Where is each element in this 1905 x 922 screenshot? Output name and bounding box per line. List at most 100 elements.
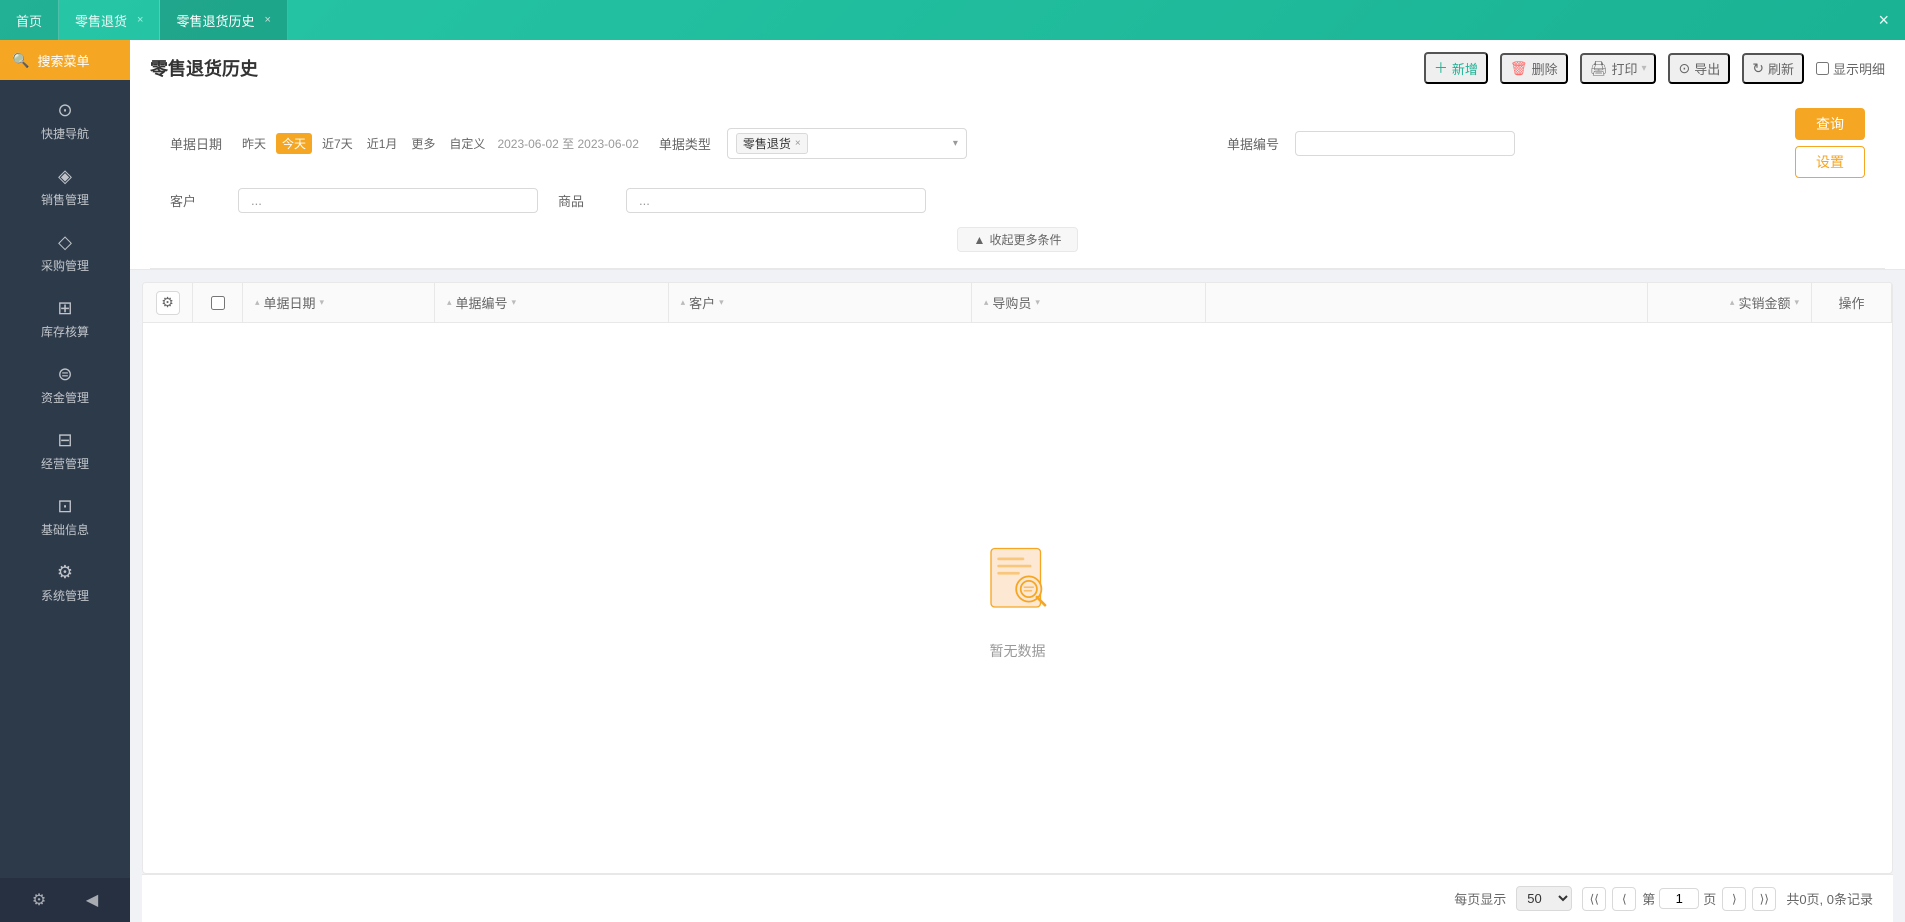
sort-desc-icon: ▾ xyxy=(320,297,325,308)
page-number-input[interactable] xyxy=(1659,888,1699,909)
page-title: 零售退货历史 xyxy=(150,55,258,81)
docno-input[interactable] xyxy=(1295,131,1515,156)
select-all-checkbox[interactable] xyxy=(211,296,225,310)
table-settings-button[interactable]: ⚙ xyxy=(156,291,180,315)
tab-home[interactable]: 首页 xyxy=(0,0,59,40)
filter-doctype-item: 单据类型 零售退货 × ▾ xyxy=(659,128,1207,159)
filter-docno-item: 单据编号 xyxy=(1227,131,1775,156)
th-date[interactable]: ▴ 单据日期 ▾ xyxy=(243,283,435,322)
prev-page-button[interactable]: ⟨ xyxy=(1612,887,1636,911)
collapse-button[interactable]: ▲ 收起更多条件 xyxy=(957,227,1079,252)
tab-retail-return-history[interactable]: 零售退货历史 × xyxy=(160,0,287,40)
sort-cust-asc-icon: ▴ xyxy=(681,297,686,308)
sidebar-item-base-info[interactable]: ⊡ 基础信息 xyxy=(0,484,130,550)
sidebar-search-label: 搜索菜单 xyxy=(37,51,89,70)
date-btn-more[interactable]: 更多 xyxy=(407,133,439,154)
sidebar-item-operation-label: 经营管理 xyxy=(41,455,89,472)
date-btn-yesterday[interactable]: 昨天 xyxy=(238,133,270,154)
sidebar-item-inventory[interactable]: ⊞ 库存核算 xyxy=(0,286,130,352)
collapse-button-label: 收起更多条件 xyxy=(989,231,1061,248)
th-op: 操作 xyxy=(1812,283,1892,322)
doctype-tag: 零售退货 × xyxy=(736,133,808,154)
new-button-label: 新增 xyxy=(1452,59,1478,78)
customer-input[interactable]: ... xyxy=(238,188,538,213)
empty-illustration xyxy=(973,535,1063,625)
sort-no-asc-icon: ▴ xyxy=(447,297,452,308)
th-amount[interactable]: ▴ 实销金额 ▾ xyxy=(1648,283,1812,322)
sales-icon: ◈ xyxy=(58,166,72,187)
sidebar-item-purchase-mgmt[interactable]: ◇ 采购管理 xyxy=(0,220,130,286)
goods-input[interactable]: ... xyxy=(626,188,926,213)
th-no[interactable]: ▴ 单据编号 ▾ xyxy=(435,283,669,322)
refresh-icon: ↻ xyxy=(1752,60,1764,77)
sidebar-item-purchase-label: 采购管理 xyxy=(41,257,89,274)
top-bar: 首页 零售退货 × 零售退货历史 × × xyxy=(0,0,1905,40)
query-button[interactable]: 查询 xyxy=(1795,108,1865,140)
sys-icon: ⚙ xyxy=(57,562,73,583)
docno-filter-label: 单据编号 xyxy=(1227,134,1287,153)
doctype-select[interactable]: 零售退货 × ▾ xyxy=(727,128,967,159)
data-table: ⚙ ▴ 单据日期 ▾ ▴ 单据编号 ▾ ▴ 客户 ▾ xyxy=(142,282,1893,874)
sidebar-item-inventory-label: 库存核算 xyxy=(41,323,89,340)
export-button[interactable]: ⊙ 导出 xyxy=(1668,53,1730,84)
tab-retail-return-label: 零售退货 xyxy=(75,11,127,30)
collapse-up-icon: ▲ xyxy=(974,233,986,247)
sidebar-item-quick-nav[interactable]: ⊙ 快捷导航 xyxy=(0,88,130,154)
sidebar-item-sales-mgmt[interactable]: ◈ 销售管理 xyxy=(0,154,130,220)
show-detail-checkbox-label: 显示明细 xyxy=(1816,59,1885,78)
th-op-label: 操作 xyxy=(1838,293,1864,312)
sidebar-item-operation[interactable]: ⊟ 经营管理 xyxy=(0,418,130,484)
doctype-tag-close[interactable]: × xyxy=(795,138,801,149)
doctype-select-arrow: ▾ xyxy=(953,138,958,149)
date-btn-custom[interactable]: 自定义 xyxy=(445,133,489,154)
delete-button[interactable]: 🗑 删除 xyxy=(1500,53,1568,84)
sidebar-item-sys-mgmt[interactable]: ⚙ 系统管理 xyxy=(0,550,130,616)
filter-customer-item: 客户 ... xyxy=(170,188,538,213)
th-customer[interactable]: ▴ 客户 ▾ xyxy=(669,283,972,322)
sidebar-item-quick-nav-label: 快捷导航 xyxy=(41,125,89,142)
tab-list: 首页 零售退货 × 零售退货历史 × xyxy=(0,0,1862,40)
window-close-button[interactable]: × xyxy=(1862,10,1905,31)
next-page-button[interactable]: ⟩ xyxy=(1722,887,1746,911)
doctype-filter-label: 单据类型 xyxy=(659,134,719,153)
date-btn-1month[interactable]: 近1月 xyxy=(363,133,402,154)
date-btn-7days[interactable]: 近7天 xyxy=(318,133,357,154)
page-nav: ⟨⟨ ⟨ 第 页 ⟩ ⟩⟩ xyxy=(1582,887,1776,911)
tab-retail-return-close[interactable]: × xyxy=(137,14,143,26)
new-button[interactable]: ＋ 新增 xyxy=(1424,52,1488,84)
table-header: ⚙ ▴ 单据日期 ▾ ▴ 单据编号 ▾ ▴ 客户 ▾ xyxy=(143,283,1892,323)
page-label: 第 xyxy=(1642,889,1655,908)
set-button[interactable]: 设置 xyxy=(1795,146,1865,178)
print-button[interactable]: 🖨 打印 ▾ xyxy=(1580,53,1657,84)
print-button-label: 打印 xyxy=(1611,59,1637,78)
sidebar-search[interactable]: 🔍 搜索菜单 xyxy=(0,40,130,80)
sidebar-item-base-label: 基础信息 xyxy=(41,521,89,538)
sort-cust-desc-icon: ▾ xyxy=(719,297,724,308)
filter-goods-item: 商品 ... xyxy=(558,188,926,213)
th-guide[interactable]: ▴ 导购员 ▾ xyxy=(972,283,1206,322)
collapse-sidebar-icon[interactable]: ◀ xyxy=(86,890,98,910)
th-checkbox xyxy=(193,283,243,322)
sidebar-item-finance[interactable]: ⊜ 资金管理 xyxy=(0,352,130,418)
sort-amount-asc-icon: ▴ xyxy=(1730,297,1735,308)
show-detail-checkbox[interactable] xyxy=(1816,62,1829,75)
page-total: 共0页, 0条记录 xyxy=(1786,889,1873,908)
print-arrow-icon: ▾ xyxy=(1641,63,1646,74)
filter-row-2: 客户 ... 商品 ... xyxy=(170,188,1865,213)
settings-bottom-icon[interactable]: ⚙ xyxy=(32,890,46,910)
tab-home-label: 首页 xyxy=(16,11,42,30)
page-size-select[interactable]: 50 100 200 xyxy=(1516,886,1572,911)
sort-asc-icon: ▴ xyxy=(255,297,260,308)
finance-icon: ⊜ xyxy=(57,364,72,385)
th-spacer xyxy=(1206,283,1648,322)
goods-filter-label: 商品 xyxy=(558,191,618,210)
page-input-wrap: 第 页 xyxy=(1642,888,1716,909)
date-btn-today[interactable]: 今天 xyxy=(276,133,312,154)
refresh-button[interactable]: ↻ 刷新 xyxy=(1742,53,1804,84)
sort-no-desc-icon: ▾ xyxy=(511,297,516,308)
tab-retail-return-history-close[interactable]: × xyxy=(264,14,270,26)
last-page-button[interactable]: ⟩⟩ xyxy=(1752,887,1776,911)
first-page-button[interactable]: ⟨⟨ xyxy=(1582,887,1606,911)
export-button-label: 导出 xyxy=(1694,59,1720,78)
tab-retail-return[interactable]: 零售退货 × xyxy=(59,0,160,40)
